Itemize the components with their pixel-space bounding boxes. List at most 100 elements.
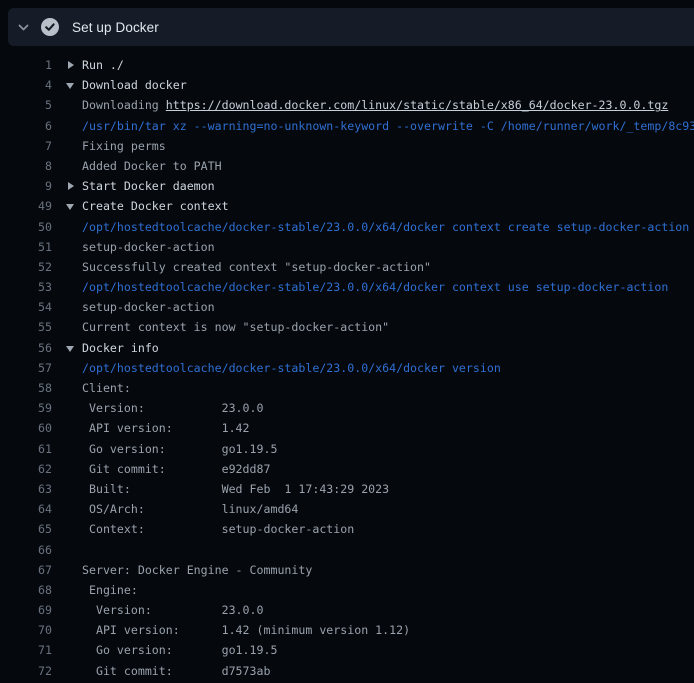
log-text: Go version: go1.19.5 bbox=[82, 640, 277, 660]
log-line: 52 Successfully created context "setup-do… bbox=[0, 257, 694, 277]
triangle-down-icon[interactable] bbox=[66, 346, 74, 352]
log-text: Git commit: d7573ab bbox=[82, 661, 270, 681]
log-line: 65 Context: setup-docker-action bbox=[0, 519, 694, 539]
check-circle-icon bbox=[41, 18, 59, 36]
line-number[interactable]: 50 bbox=[0, 217, 52, 237]
group-title: Docker info bbox=[82, 338, 159, 358]
log-line: 57/opt/hostedtoolcache/docker-stable/23.… bbox=[0, 358, 694, 378]
log-text: /opt/hostedtoolcache/docker-stable/23.0.… bbox=[82, 358, 501, 378]
log-line: 59 Version: 23.0.0 bbox=[0, 398, 694, 418]
line-number[interactable]: 59 bbox=[0, 398, 52, 418]
line-number[interactable]: 54 bbox=[0, 297, 52, 317]
line-number[interactable]: 6 bbox=[0, 116, 52, 136]
log-line: 53/opt/hostedtoolcache/docker-stable/23.… bbox=[0, 277, 694, 297]
log-line: 62 Git commit: e92dd87 bbox=[0, 459, 694, 479]
log-line: 54 setup-docker-action bbox=[0, 297, 694, 317]
log-line: 50/opt/hostedtoolcache/docker-stable/23.… bbox=[0, 217, 694, 237]
line-number[interactable]: 57 bbox=[0, 358, 52, 378]
line-number[interactable]: 5 bbox=[0, 95, 52, 115]
line-number[interactable]: 67 bbox=[0, 560, 52, 580]
log-line: 61 Go version: go1.19.5 bbox=[0, 439, 694, 459]
log-line: 55 Current context is now "setup-docker-a… bbox=[0, 317, 694, 337]
log-text: Git commit: e92dd87 bbox=[82, 459, 270, 479]
log-line[interactable]: 56 Docker info bbox=[0, 338, 694, 358]
log-text: Built: Wed Feb 1 17:43:29 2023 bbox=[82, 479, 389, 499]
line-number[interactable]: 65 bbox=[0, 519, 52, 539]
log-line: 69 Version: 23.0.0 bbox=[0, 600, 694, 620]
line-number[interactable]: 49 bbox=[0, 196, 52, 216]
group-title: Run ./ bbox=[82, 55, 124, 75]
log-text: Current context is now "setup-docker-act… bbox=[82, 317, 389, 337]
log-text: setup-docker-action bbox=[82, 237, 215, 257]
log-line: 66 bbox=[0, 540, 694, 560]
line-number[interactable]: 51 bbox=[0, 237, 52, 257]
line-number[interactable]: 56 bbox=[0, 338, 52, 358]
line-number[interactable]: 70 bbox=[0, 620, 52, 640]
group-title: Start Docker daemon bbox=[82, 176, 215, 196]
line-number[interactable]: 55 bbox=[0, 317, 52, 337]
line-number[interactable]: 53 bbox=[0, 277, 52, 297]
log-text: /opt/hostedtoolcache/docker-stable/23.0.… bbox=[82, 217, 689, 237]
log-line: 51 setup-docker-action bbox=[0, 237, 694, 257]
log-text: Go version: go1.19.5 bbox=[82, 439, 277, 459]
triangle-right-icon[interactable] bbox=[68, 61, 74, 69]
line-number[interactable]: 1 bbox=[0, 55, 52, 75]
log-text: Context: setup-docker-action bbox=[82, 519, 354, 539]
log-text-segment: Downloading bbox=[82, 98, 166, 112]
line-number[interactable]: 63 bbox=[0, 479, 52, 499]
log-line: 71 Go version: go1.19.5 bbox=[0, 640, 694, 660]
log-line: 70 API version: 1.42 (minimum version 1.… bbox=[0, 620, 694, 640]
log-text: Client: bbox=[82, 378, 131, 398]
group-title: Create Docker context bbox=[82, 196, 229, 216]
log-line: 68 Engine: bbox=[0, 580, 694, 600]
log-text: Version: 23.0.0 bbox=[82, 600, 263, 620]
line-number[interactable]: 72 bbox=[0, 661, 52, 681]
log-lines: 1 Run ./ 4 Download docker 5 Downloading http… bbox=[0, 46, 694, 683]
group-title: Download docker bbox=[82, 75, 187, 95]
log-line: 8 Added Docker to PATH bbox=[0, 156, 694, 176]
line-number[interactable]: 62 bbox=[0, 459, 52, 479]
log-text: Server: Docker Engine - Community bbox=[82, 560, 312, 580]
log-line: 5 Downloading https://download.docker.com… bbox=[0, 95, 694, 115]
log-text: Fixing perms bbox=[82, 136, 166, 156]
step-header[interactable]: Set up Docker bbox=[8, 8, 694, 46]
log-line: 7 Fixing perms bbox=[0, 136, 694, 156]
triangle-down-icon[interactable] bbox=[66, 83, 74, 89]
line-number[interactable]: 71 bbox=[0, 640, 52, 660]
log-text: /opt/hostedtoolcache/docker-stable/23.0.… bbox=[82, 277, 668, 297]
line-number[interactable]: 61 bbox=[0, 439, 52, 459]
triangle-right-icon[interactable] bbox=[68, 182, 74, 190]
line-number[interactable]: 9 bbox=[0, 176, 52, 196]
log-line[interactable]: 49 Create Docker context bbox=[0, 196, 694, 216]
line-number[interactable]: 66 bbox=[0, 540, 52, 560]
log-line: 63 Built: Wed Feb 1 17:43:29 2023 bbox=[0, 479, 694, 499]
log-line: 60 API version: 1.42 bbox=[0, 418, 694, 438]
line-number[interactable]: 52 bbox=[0, 257, 52, 277]
log-line[interactable]: 4 Download docker bbox=[0, 75, 694, 95]
line-number[interactable]: 4 bbox=[0, 75, 52, 95]
log-line: 67 Server: Docker Engine - Community bbox=[0, 560, 694, 580]
step-title: Set up Docker bbox=[72, 20, 159, 35]
log-text: API version: 1.42 bbox=[82, 418, 250, 438]
triangle-down-icon[interactable] bbox=[66, 204, 74, 210]
log-text: Added Docker to PATH bbox=[82, 156, 222, 176]
log-link[interactable]: https://download.docker.com/linux/static… bbox=[166, 98, 669, 112]
log-line: 72 Git commit: d7573ab bbox=[0, 661, 694, 681]
line-number[interactable]: 69 bbox=[0, 600, 52, 620]
log-text: setup-docker-action bbox=[82, 297, 215, 317]
line-number[interactable]: 8 bbox=[0, 156, 52, 176]
log-text: Successfully created context "setup-dock… bbox=[82, 257, 431, 277]
line-number[interactable]: 68 bbox=[0, 580, 52, 600]
line-number[interactable]: 60 bbox=[0, 418, 52, 438]
chevron-down-icon[interactable] bbox=[17, 21, 30, 34]
log-text: Engine: bbox=[82, 580, 138, 600]
line-number[interactable]: 64 bbox=[0, 499, 52, 519]
log-text: OS/Arch: linux/amd64 bbox=[82, 499, 298, 519]
log-text: /usr/bin/tar xz --warning=no-unknown-key… bbox=[82, 116, 694, 136]
line-number[interactable]: 58 bbox=[0, 378, 52, 398]
line-number[interactable]: 7 bbox=[0, 136, 52, 156]
log-line: 58 Client: bbox=[0, 378, 694, 398]
log-line[interactable]: 9 Start Docker daemon bbox=[0, 176, 694, 196]
log-line: 64 OS/Arch: linux/amd64 bbox=[0, 499, 694, 519]
log-line[interactable]: 1 Run ./ bbox=[0, 55, 694, 75]
